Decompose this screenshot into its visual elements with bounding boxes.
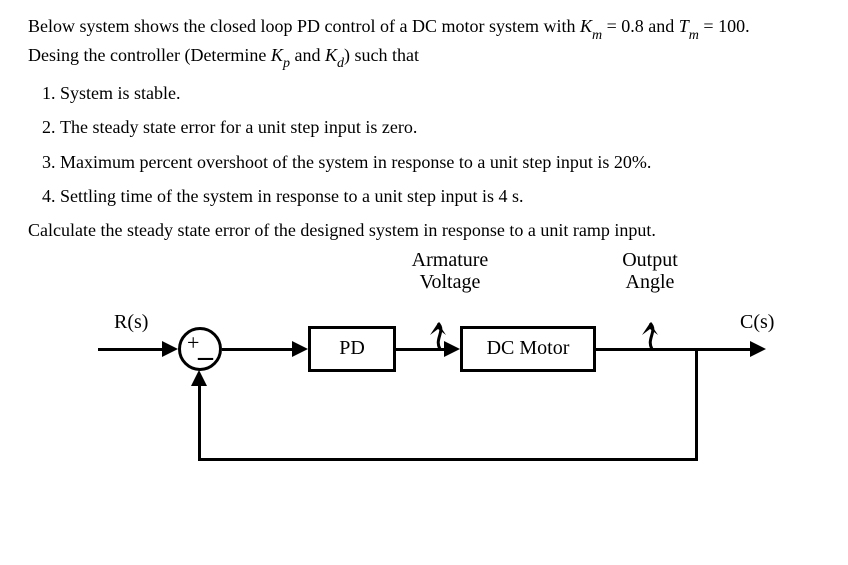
block-diagram: Armature Voltage Output Angle R(s) C(s) … <box>28 249 820 509</box>
kd-sub: d <box>337 55 344 71</box>
km-eq: = 0.8 and <box>602 16 679 36</box>
intro-text-1: Below system shows the closed loop PD co… <box>28 16 580 36</box>
sum-to-pd-line <box>222 348 294 351</box>
output-arrow <box>750 341 766 357</box>
output-angle-2: Angle <box>626 271 675 293</box>
requirements-list: System is stable. The steady state error… <box>36 81 820 208</box>
output-angle-label: Output Angle <box>610 249 690 293</box>
input-label: R(s) <box>114 311 148 333</box>
kd-sym: K <box>325 45 337 65</box>
tm-sym: T <box>679 16 689 36</box>
list-item: Settling time of the system in response … <box>60 184 820 208</box>
intro-text-2b: ) such that <box>344 45 419 65</box>
closing-question: Calculate the steady state error of the … <box>28 218 820 242</box>
armature-label-1: Armature <box>412 249 489 271</box>
output-angle-takeoff-icon <box>638 295 662 349</box>
armature-voltage-label: Armature Voltage <box>400 249 500 293</box>
intro-text-2a: Desing the controller (Determine <box>28 45 271 65</box>
input-line <box>98 348 164 351</box>
feedback-down-line <box>695 348 698 461</box>
km-sym: K <box>580 16 592 36</box>
feedback-up-line <box>198 385 201 461</box>
sum-to-pd-arrow <box>292 341 308 357</box>
kp-sym: K <box>271 45 283 65</box>
output-angle-1: Output <box>622 249 678 271</box>
list-item: Maximum percent overshoot of the system … <box>60 150 820 174</box>
intro-and: and <box>290 45 325 65</box>
problem-intro: Below system shows the closed loop PD co… <box>28 14 820 71</box>
dc-motor-block: DC Motor <box>460 326 596 372</box>
feedback-bottom-line <box>198 458 698 461</box>
km-sub: m <box>592 27 602 43</box>
armature-takeoff-icon <box>426 295 450 349</box>
dc-motor-label: DC Motor <box>487 337 570 360</box>
pd-block: PD <box>308 326 396 372</box>
motor-to-output-line <box>596 348 752 351</box>
armature-label-2: Voltage <box>420 271 481 293</box>
output-label: C(s) <box>740 311 774 333</box>
pd-block-label: PD <box>339 337 365 360</box>
kp-sub: p <box>283 55 290 71</box>
tm-sub: m <box>689 27 699 43</box>
input-arrow <box>162 341 178 357</box>
tm-eq: = 100. <box>699 16 750 36</box>
list-item: The steady state error for a unit step i… <box>60 115 820 139</box>
list-item: System is stable. <box>60 81 820 105</box>
feedback-arrow <box>191 370 207 386</box>
sum-minus: – <box>198 342 213 372</box>
